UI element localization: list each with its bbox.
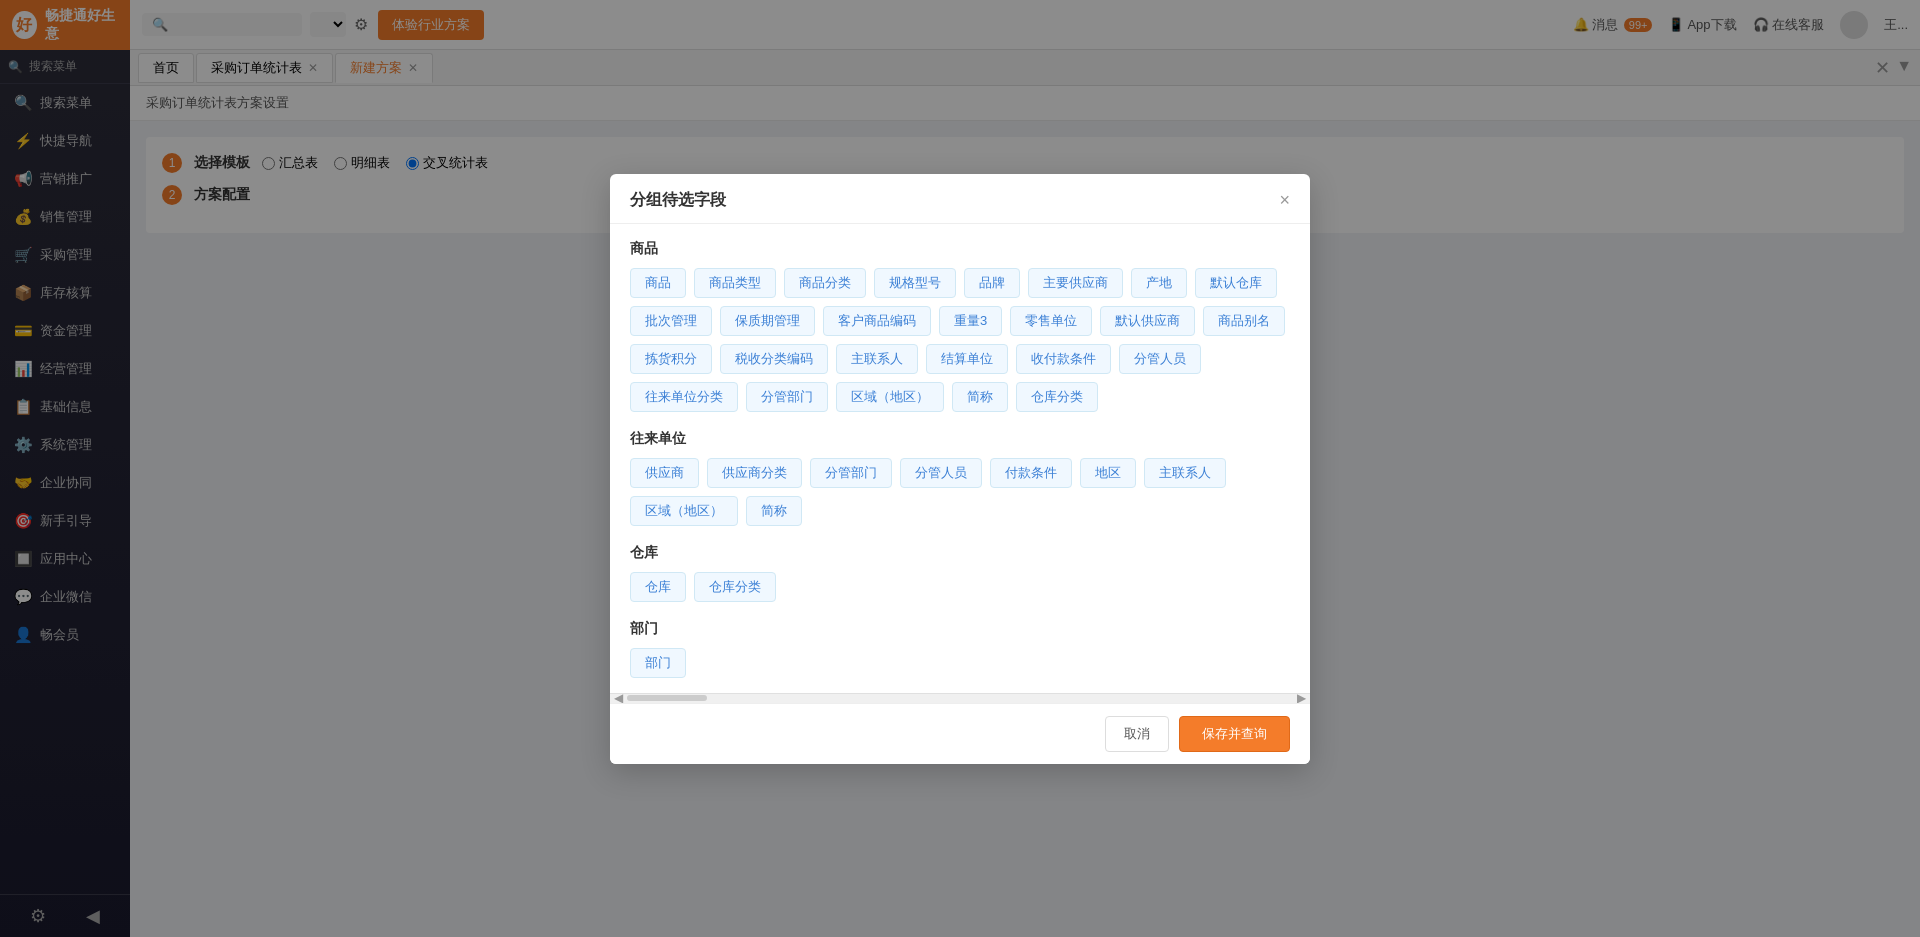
field-item-0-19[interactable]: 收付款条件 [1016,344,1111,374]
field-section-2: 仓库仓库仓库分类 [630,544,1290,602]
field-item-0-22[interactable]: 分管部门 [746,382,828,412]
field-item-1-0[interactable]: 供应商 [630,458,699,488]
field-section-1: 往来单位供应商供应商分类分管部门分管人员付款条件地区主联系人区域（地区） 简称 [630,430,1290,526]
field-section-0: 商品商品商品类型商品分类规格型号品牌主要供应商产地默认仓库批次管理保质期管理客户… [630,240,1290,412]
field-items-2: 仓库仓库分类 [630,572,1290,602]
field-item-0-24[interactable]: 简称 [952,382,1008,412]
cancel-button[interactable]: 取消 [1105,716,1169,752]
field-item-1-8[interactable]: 简称 [746,496,802,526]
field-item-2-1[interactable]: 仓库分类 [694,572,776,602]
field-item-2-0[interactable]: 仓库 [630,572,686,602]
save-button[interactable]: 保存并查询 [1179,716,1290,752]
field-item-0-25[interactable]: 仓库分类 [1016,382,1098,412]
dialog-body: 商品商品商品类型商品分类规格型号品牌主要供应商产地默认仓库批次管理保质期管理客户… [610,224,1310,693]
field-item-1-5[interactable]: 地区 [1080,458,1136,488]
field-item-0-20[interactable]: 分管人员 [1119,344,1201,374]
field-item-0-1[interactable]: 商品类型 [694,268,776,298]
field-item-0-9[interactable]: 保质期管理 [720,306,815,336]
field-item-1-7[interactable]: 区域（地区） [630,496,738,526]
field-items-1: 供应商供应商分类分管部门分管人员付款条件地区主联系人区域（地区） 简称 [630,458,1290,526]
field-item-0-16[interactable]: 税收分类编码 [720,344,828,374]
field-item-0-11[interactable]: 重量3 [939,306,1002,336]
hscroll-thumb [627,695,707,701]
field-item-1-1[interactable]: 供应商分类 [707,458,802,488]
field-item-0-7[interactable]: 默认仓库 [1195,268,1277,298]
field-item-0-8[interactable]: 批次管理 [630,306,712,336]
field-item-1-3[interactable]: 分管人员 [900,458,982,488]
dialog-footer: 取消 保存并查询 [610,703,1310,764]
dialog-hscrollbar[interactable]: ◀ ▶ [610,693,1310,703]
dialog-overlay: 分组待选字段 × 商品商品商品类型商品分类规格型号品牌主要供应商产地默认仓库批次… [0,0,1920,937]
field-item-0-12[interactable]: 零售单位 [1010,306,1092,336]
field-item-0-13[interactable]: 默认供应商 [1100,306,1195,336]
field-item-0-17[interactable]: 主联系人 [836,344,918,374]
field-item-1-4[interactable]: 付款条件 [990,458,1072,488]
field-item-0-14[interactable]: 商品别名 [1203,306,1285,336]
field-item-0-10[interactable]: 客户商品编码 [823,306,931,336]
field-item-0-4[interactable]: 品牌 [964,268,1020,298]
dialog-title: 分组待选字段 [630,190,726,211]
field-item-0-23[interactable]: 区域（地区） [836,382,944,412]
field-item-0-0[interactable]: 商品 [630,268,686,298]
field-section-title-3: 部门 [630,620,1290,638]
field-item-1-2[interactable]: 分管部门 [810,458,892,488]
field-section-title-1: 往来单位 [630,430,1290,448]
field-item-1-6[interactable]: 主联系人 [1144,458,1226,488]
field-section-3: 部门部门 [630,620,1290,678]
dialog-close-button[interactable]: × [1279,190,1290,211]
field-select-dialog: 分组待选字段 × 商品商品商品类型商品分类规格型号品牌主要供应商产地默认仓库批次… [610,174,1310,764]
field-section-title-2: 仓库 [630,544,1290,562]
field-item-0-6[interactable]: 产地 [1131,268,1187,298]
dialog-header: 分组待选字段 × [610,174,1310,224]
field-items-3: 部门 [630,648,1290,678]
field-section-title-0: 商品 [630,240,1290,258]
field-item-0-21[interactable]: 往来单位分类 [630,382,738,412]
field-items-0: 商品商品类型商品分类规格型号品牌主要供应商产地默认仓库批次管理保质期管理客户商品… [630,268,1290,412]
field-item-0-18[interactable]: 结算单位 [926,344,1008,374]
field-item-0-5[interactable]: 主要供应商 [1028,268,1123,298]
field-item-0-2[interactable]: 商品分类 [784,268,866,298]
field-item-0-3[interactable]: 规格型号 [874,268,956,298]
field-item-3-0[interactable]: 部门 [630,648,686,678]
field-item-0-15[interactable]: 拣货积分 [630,344,712,374]
